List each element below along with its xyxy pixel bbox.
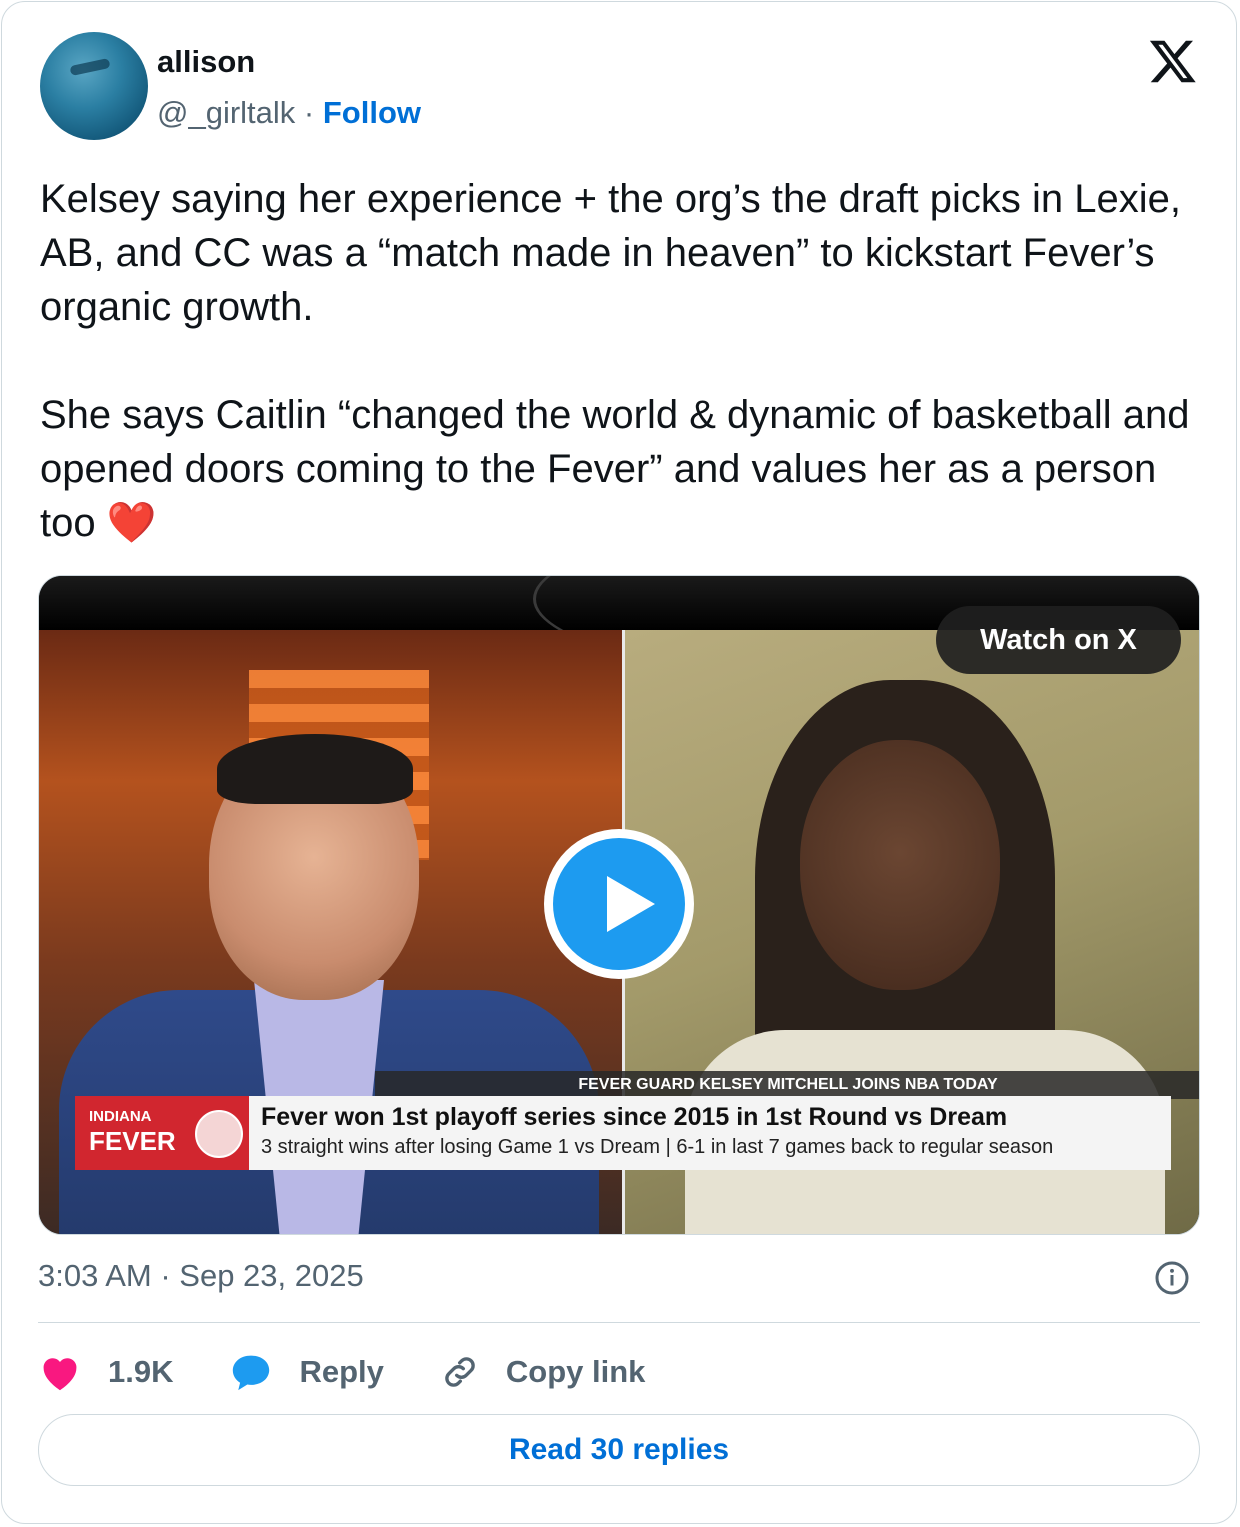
chyron: INDIANA FEVER Fever won 1st playoff seri… [75,1096,1171,1170]
chyron-header-text: FEVER GUARD KELSEY MITCHELL JOINS NBA TO… [578,1076,998,1093]
follow-button[interactable]: Follow [323,95,421,130]
reply-bubble-icon [233,1355,270,1391]
read-replies-button[interactable]: Read 30 replies [38,1414,1200,1486]
play-icon [607,876,655,932]
reply-label: Reply [299,1354,384,1389]
tweet-text: Kelsey saying her experience + the org’s… [40,177,1190,545]
copy-link-button[interactable]: Copy link [440,1352,646,1392]
link-icon [445,1357,475,1387]
author-handle-line: @_girltalk · Follow [157,95,421,131]
divider [38,1322,1200,1323]
video-player[interactable]: Watch on X FEVER GUARD KELSEY MITCHELL J… [38,575,1200,1235]
guest-face [800,740,1000,990]
copy-link-label: Copy link [505,1354,646,1389]
handle-separator: · [303,95,315,130]
author-name[interactable]: allison [157,44,255,80]
author-handle[interactable]: @_girltalk [157,95,295,130]
team-line2: FEVER [89,1126,176,1156]
tweet-timestamp[interactable]: 3:03 AM · Sep 23, 2025 [38,1258,364,1294]
watch-on-x-button[interactable]: Watch on X [936,606,1181,674]
heart-icon [43,1358,77,1391]
team-emblem-icon [195,1110,243,1158]
host-hair [217,734,413,804]
x-logo-icon[interactable] [1148,36,1198,86]
chyron-headline: Fever won 1st playoff series since 2015 … [261,1103,1008,1131]
like-button[interactable]: 1.9K [38,1352,173,1392]
chyron-subline: 3 straight wins after losing Game 1 vs D… [261,1136,1054,1158]
avatar[interactable] [40,32,148,140]
fever-logo: INDIANA FEVER [75,1096,249,1170]
reply-button[interactable]: Reply [229,1352,384,1392]
play-circle [553,838,685,970]
like-count: 1.9K [108,1354,174,1389]
team-line1: INDIANA [89,1108,152,1125]
avatar-swimmer [69,57,111,77]
action-bar: 1.9K Reply Copy link [38,1344,701,1400]
info-icon[interactable] [1154,1260,1190,1296]
play-button[interactable] [544,829,694,979]
chyron-header: FEVER GUARD KELSEY MITCHELL JOINS NBA TO… [375,1071,1199,1099]
